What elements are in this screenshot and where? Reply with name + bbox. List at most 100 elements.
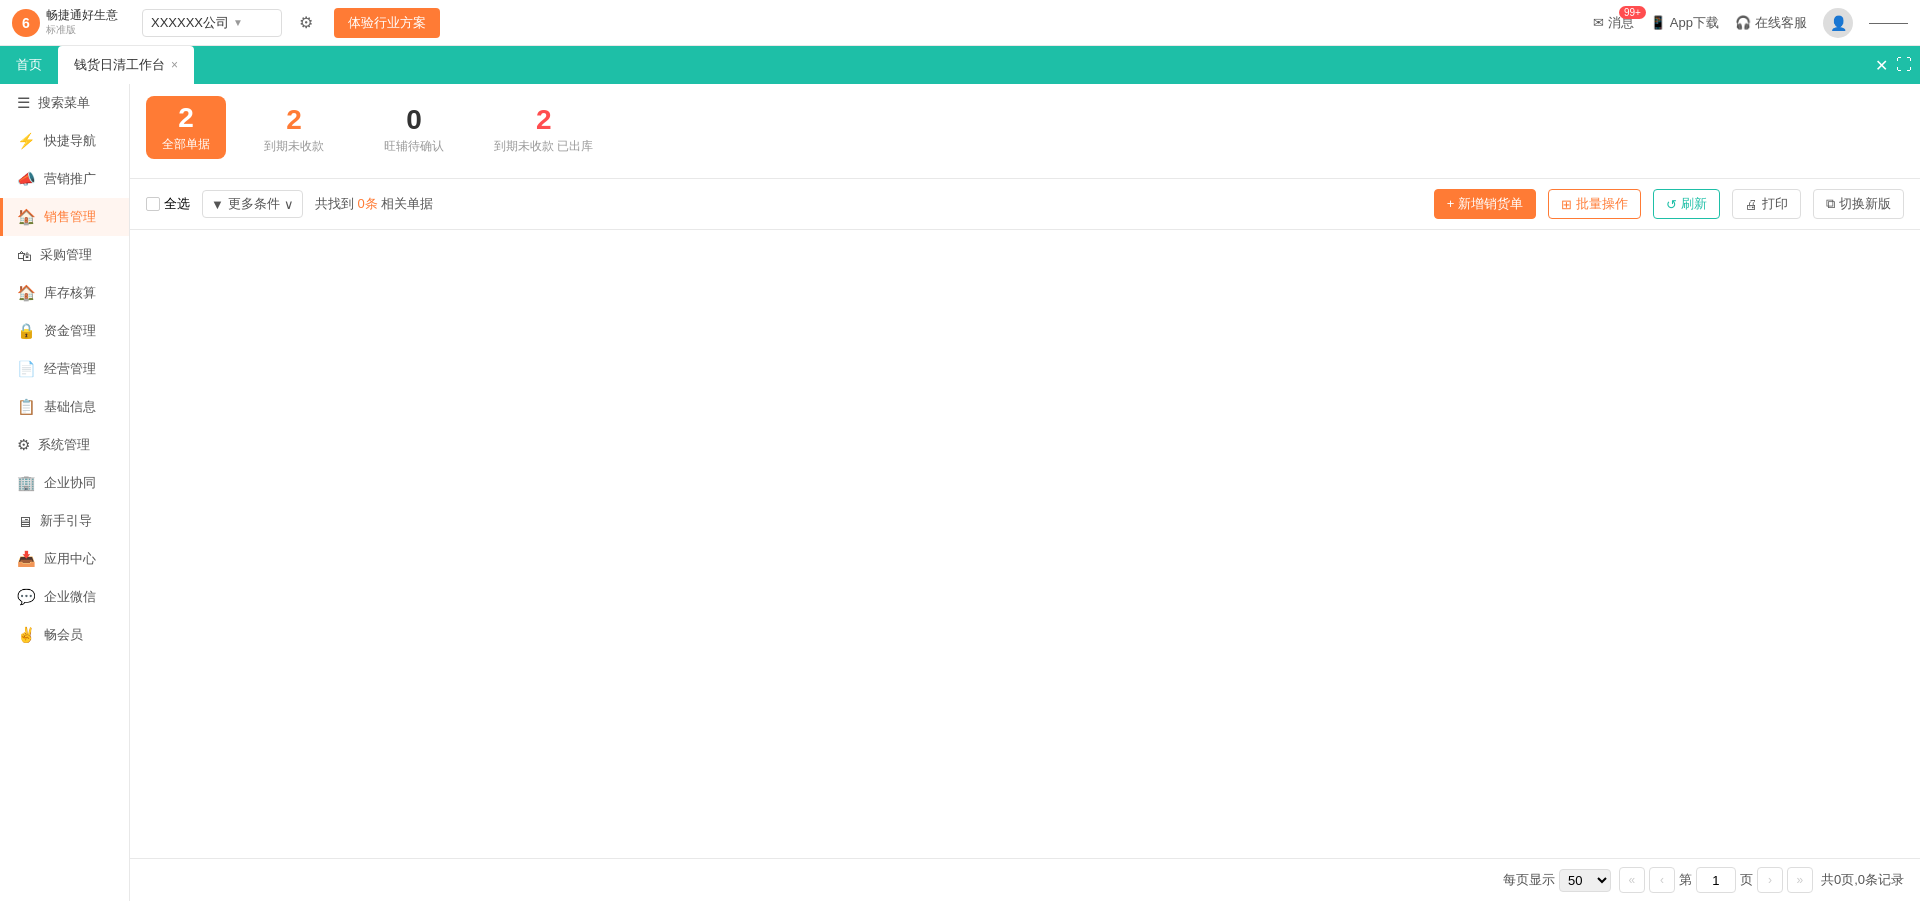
batch-op-button[interactable]: ⊞ 批量操作 — [1548, 189, 1641, 219]
sidebar-item-finance[interactable]: 🔒 资金管理 — [0, 312, 129, 350]
filter-label: 更多条件 — [228, 195, 280, 213]
online-service-label: 在线客服 — [1755, 14, 1807, 32]
result-prefix: 共找到 — [315, 196, 354, 211]
switch-version-button[interactable]: ⧉ 切换新版 — [1813, 189, 1904, 219]
select-all-label: 全选 — [164, 195, 190, 213]
tab-maximize-icon[interactable]: ⛶ — [1896, 56, 1912, 74]
download-icon: 📱 — [1650, 15, 1666, 30]
checkbox-icon — [146, 197, 160, 211]
summary-card-pending[interactable]: 0 旺辅待确认 — [354, 96, 474, 166]
sidebar-item-search-menu[interactable]: ☰ 搜索菜单 — [0, 84, 129, 122]
next-page-button[interactable]: › — [1757, 867, 1783, 893]
filter-button[interactable]: ▼ 更多条件 ∨ — [202, 190, 303, 218]
sidebar-item-enterprise[interactable]: 🏢 企业协同 — [0, 464, 129, 502]
purchase-icon: 🛍 — [17, 247, 32, 264]
page-input[interactable]: 1 — [1696, 867, 1736, 893]
toolbar-left: 全选 ▼ 更多条件 ∨ 共找到 0条 相关单据 — [146, 190, 1422, 218]
sidebar-item-marketing[interactable]: 📣 营销推广 — [0, 160, 129, 198]
summary-card-all[interactable]: 2 全部单据 — [146, 96, 226, 166]
sidebar-item-system[interactable]: ⚙ 系统管理 — [0, 426, 129, 464]
sidebar-item-operations[interactable]: 📄 经营管理 — [0, 350, 129, 388]
inventory-icon: 🏠 — [17, 284, 36, 302]
first-page-button[interactable]: « — [1619, 867, 1645, 893]
inventory-label: 库存核算 — [44, 284, 96, 302]
tab-close-window-icon[interactable]: ✕ — [1875, 56, 1888, 75]
result-count: 0条 — [358, 196, 378, 211]
sidebar-item-purchase[interactable]: 🛍 采购管理 — [0, 236, 129, 274]
purchase-label: 采购管理 — [40, 246, 92, 264]
print-button[interactable]: 🖨 打印 — [1732, 189, 1801, 219]
tab-home-label: 首页 — [16, 56, 42, 74]
basic-info-icon: 📋 — [17, 398, 36, 416]
sidebar-item-basic-info[interactable]: 📋 基础信息 — [0, 388, 129, 426]
last-page-button[interactable]: » — [1787, 867, 1813, 893]
message-icon: ✉ — [1593, 15, 1604, 30]
trial-button[interactable]: 体验行业方案 — [334, 8, 440, 38]
operations-icon: 📄 — [17, 360, 36, 378]
finance-icon: 🔒 — [17, 322, 36, 340]
logo-area: 6 畅捷通好生意 标准版 — [12, 8, 142, 38]
refresh-button[interactable]: ↺ 刷新 — [1653, 189, 1720, 219]
page-label: 第 — [1679, 871, 1692, 889]
result-suffix: 相关单据 — [381, 196, 433, 211]
company-selector[interactable]: XXXXXX公司 ▼ — [142, 9, 282, 37]
header-right: ✉ 消息 99+ 📱 App下载 🎧 在线客服 👤 ——— — [1593, 8, 1908, 38]
select-all-checkbox[interactable]: 全选 — [146, 195, 190, 213]
sidebar-item-inventory[interactable]: 🏠 库存核算 — [0, 274, 129, 312]
summary-card-overdue-shipped[interactable]: 2 到期未收款 已出库 — [474, 96, 613, 166]
sidebar-item-member[interactable]: ✌ 畅会员 — [0, 616, 129, 654]
per-page-dropdown[interactable]: 50 100 200 — [1559, 869, 1611, 892]
all-orders-count: 2 — [178, 102, 194, 134]
operations-label: 经营管理 — [44, 360, 96, 378]
tab-home[interactable]: 首页 — [0, 46, 58, 84]
page-total: 共0页,0条记录 — [1821, 871, 1904, 889]
sidebar-item-guide[interactable]: 🖥 新手引导 — [0, 502, 129, 540]
app-center-label: 应用中心 — [44, 550, 96, 568]
tab-close-icon[interactable]: × — [171, 58, 178, 72]
tab-qianhuorichin[interactable]: 钱货日清工作台 × — [58, 46, 194, 84]
member-label: 畅会员 — [44, 626, 83, 644]
message-action[interactable]: ✉ 消息 99+ — [1593, 14, 1634, 32]
summary-cards: 2 全部单据 2 到期未收款 0 旺辅待确认 2 到期未收款 已出库 — [130, 84, 1920, 179]
batch-icon: ⊞ — [1561, 197, 1572, 212]
per-page-label: 每页显示 — [1503, 871, 1555, 889]
basic-info-label: 基础信息 — [44, 398, 96, 416]
filter-icon: ▼ — [211, 197, 224, 212]
result-text: 共找到 0条 相关单据 — [315, 195, 433, 213]
summary-card-overdue[interactable]: 2 到期未收款 — [234, 96, 354, 166]
online-service-action[interactable]: 🎧 在线客服 — [1735, 14, 1807, 32]
filter-chevron: ∨ — [284, 197, 294, 212]
refresh-label: 刷新 — [1681, 195, 1707, 213]
settings-button[interactable]: ⚙ — [290, 7, 322, 39]
sidebar-item-sales[interactable]: 🏠 销售管理 — [0, 198, 129, 236]
sidebar-item-app-center[interactable]: 📥 应用中心 — [0, 540, 129, 578]
table-area — [130, 230, 1920, 858]
avatar-name: ——— — [1869, 15, 1908, 30]
enterprise-icon: 🏢 — [17, 474, 36, 492]
top-header: 6 畅捷通好生意 标准版 XXXXXX公司 ▼ ⚙ 体验行业方案 ✉ 消息 99… — [0, 0, 1920, 46]
finance-label: 资金管理 — [44, 322, 96, 340]
system-icon: ⚙ — [17, 436, 30, 454]
toolbar: 全选 ▼ 更多条件 ∨ 共找到 0条 相关单据 + 新增销货单 ⊞ 批量操作 — [130, 179, 1920, 230]
overdue-shipped-label: 到期未收款 已出库 — [494, 138, 593, 155]
app-center-icon: 📥 — [17, 550, 36, 568]
tab-active-label: 钱货日清工作台 — [74, 56, 165, 74]
app-download-action[interactable]: 📱 App下载 — [1650, 14, 1719, 32]
message-badge: 99+ — [1619, 6, 1646, 19]
sidebar-item-quick-nav[interactable]: ⚡ 快捷导航 — [0, 122, 129, 160]
prev-page-button[interactable]: ‹ — [1649, 867, 1675, 893]
app-download-label: App下载 — [1670, 14, 1719, 32]
overdue-label: 到期未收款 — [264, 138, 324, 155]
avatar[interactable]: 👤 — [1823, 8, 1853, 38]
chevron-down-icon: ▼ — [233, 17, 243, 28]
search-menu-icon: ☰ — [17, 94, 30, 112]
batch-label: 批量操作 — [1576, 195, 1628, 213]
tab-bar-actions: ✕ ⛶ — [1875, 56, 1920, 75]
overdue-shipped-count: 2 — [536, 104, 552, 136]
pending-label: 旺辅待确认 — [384, 138, 444, 155]
pending-count: 0 — [406, 104, 422, 136]
new-sale-button[interactable]: + 新增销货单 — [1434, 189, 1536, 219]
sidebar-item-wechat[interactable]: 💬 企业微信 — [0, 578, 129, 616]
all-orders-label: 全部单据 — [162, 136, 210, 153]
content-area: 2 全部单据 2 到期未收款 0 旺辅待确认 2 到期未收款 已出库 — [130, 84, 1920, 901]
